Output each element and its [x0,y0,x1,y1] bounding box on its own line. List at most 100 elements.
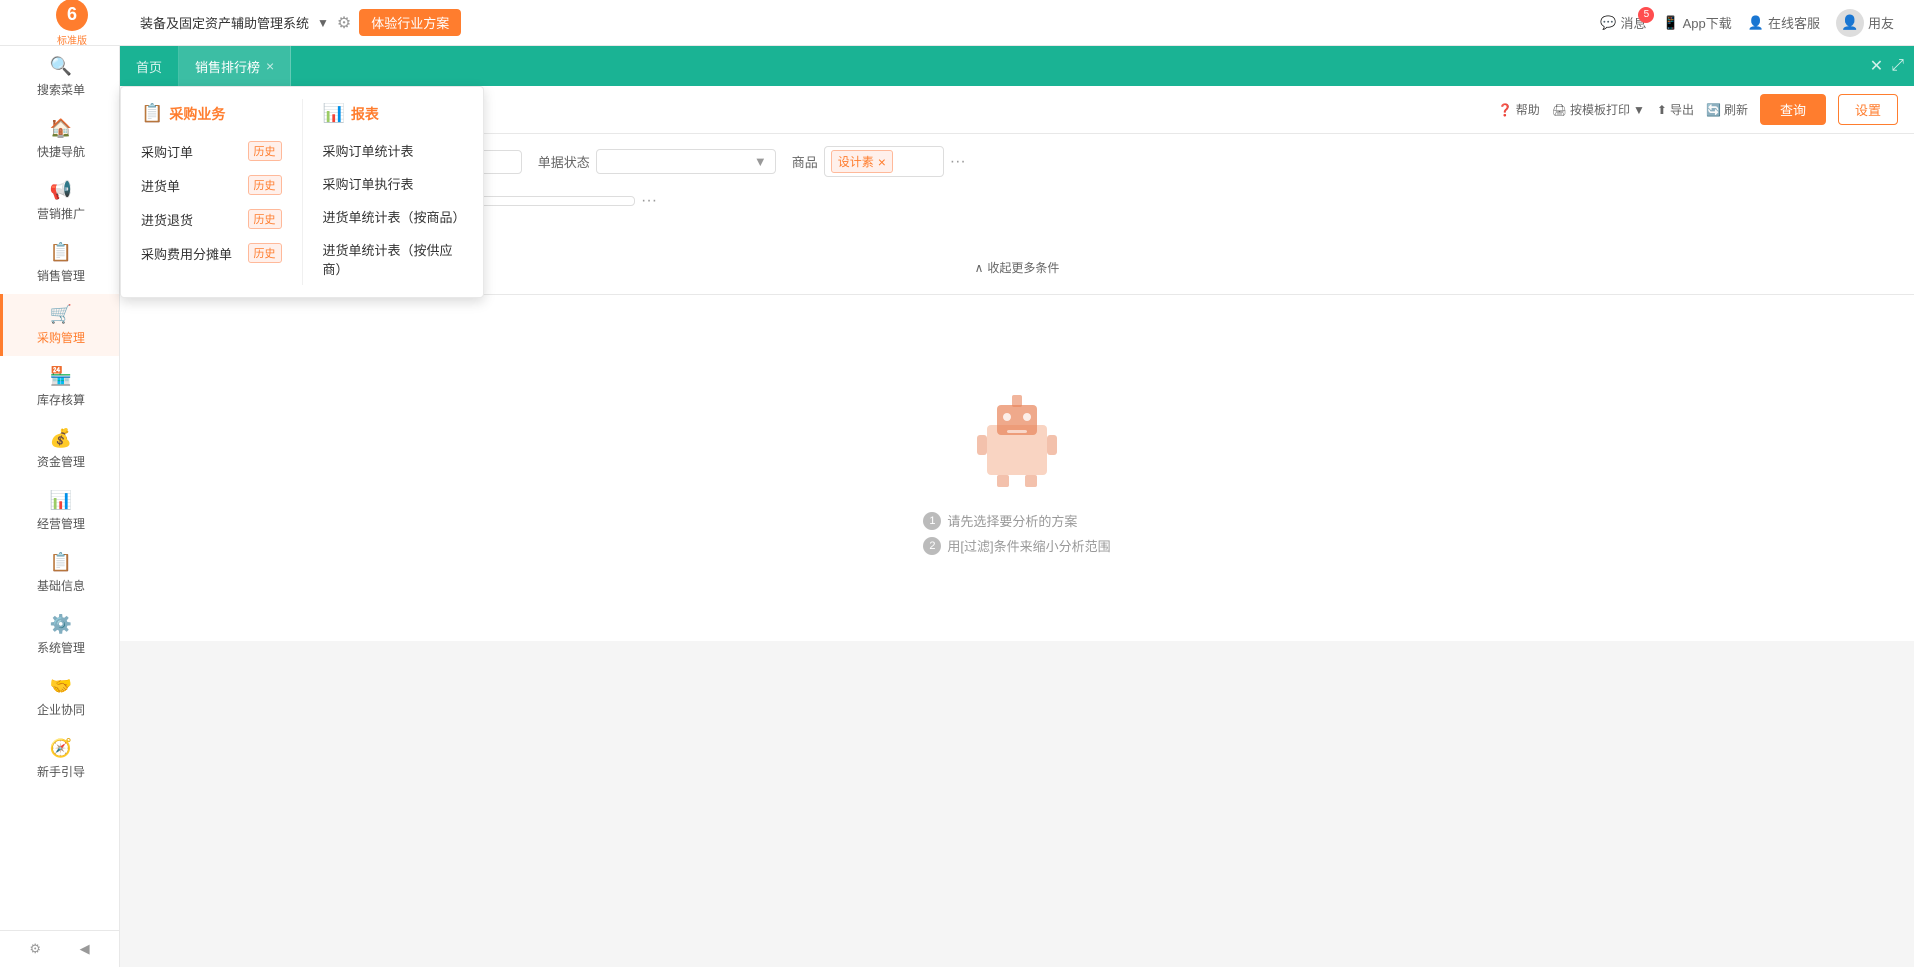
marketing-icon: 📢 [50,180,72,201]
export-label: 导出 [1670,101,1694,118]
purchase-menu-icon: 📋 [141,103,163,124]
sidebar-item-system[interactable]: ⚙️ 系统管理 [0,604,119,666]
sidebar-item-search[interactable]: 🔍 搜索菜单 [0,46,119,108]
tab-bar-right: ✕ ⤢ [1870,56,1914,76]
menu-item-label: 进货单 [141,176,180,195]
help-label: 帮助 [1516,101,1540,118]
guide-icon: 🧭 [50,738,72,759]
industry-btn[interactable]: 体验行业方案 [359,9,461,36]
message-icon: 💬 [1600,15,1616,31]
logo-text: 标准版 [57,32,87,47]
filter-goods: 商品 设计素 × ··· [792,146,966,177]
tab-close-all-icon[interactable]: ✕ [1870,56,1883,76]
sidebar-item-quicknav[interactable]: 🏠 快捷导航 [0,108,119,170]
basic-icon: 📋 [50,552,72,573]
menu-column-purchase: 📋 采购业务 采购订单 历史 进货单 历史 进货退货 历史 采购费用分摊单 历史 [121,99,302,285]
tab-home[interactable]: 首页 [120,46,179,86]
sidebar-item-operation[interactable]: 📊 经营管理 [0,480,119,542]
sales-icon: 📋 [50,242,72,263]
system-icon: ⚙️ [50,614,72,635]
tab-expand-icon[interactable]: ⤢ [1891,57,1904,75]
tab-sales-rank-label: 销售排行榜 [195,57,260,76]
menu-item-order-stats[interactable]: 采购订单统计表 [315,134,472,167]
history-tag: 历史 [248,209,282,229]
empty-tip-1: 1 请先选择要分析的方案 [923,511,1110,530]
doc-status-label: 单据状态 [538,152,590,171]
sidebar-item-guide[interactable]: 🧭 新手引导 [0,728,119,790]
sidebar-item-sales[interactable]: 📋 销售管理 [0,232,119,294]
help-icon: ❓ [1498,103,1513,117]
sidebar-item-finance[interactable]: 💰 资金管理 [0,418,119,480]
empty-text: 1 请先选择要分析的方案 2 用[过滤]条件来缩小分析范围 [923,511,1110,561]
goods-input[interactable]: 设计素 × [824,146,944,177]
sidebar-item-purchase[interactable]: 🛒 采购管理 [0,294,119,356]
menu-item-cost[interactable]: 采购费用分摊单 历史 [133,236,290,270]
message-btn[interactable]: 💬 消息 5 [1600,13,1646,32]
print-btn[interactable]: 🖨 按模板打印 ▼ [1552,101,1645,118]
sidebar-item-label: 搜索菜单 [37,81,85,98]
tip1-text: 请先选择要分析的方案 [947,511,1077,530]
export-btn[interactable]: ⬆ 导出 [1657,101,1694,118]
gear-btn[interactable]: ⚙ [337,13,351,33]
sidebar-item-enterprise[interactable]: 🤝 企业协同 [0,666,119,728]
empty-icon [957,375,1077,495]
sidebar-item-marketing[interactable]: 📢 营销推广 [0,170,119,232]
menu-item-label: 采购订单执行表 [323,174,414,193]
collapse-label: 收起更多条件 [987,259,1059,276]
sidebar-item-label: 经营管理 [37,515,85,532]
user-btn[interactable]: 👤 用友 [1836,9,1894,37]
tab-close-btn[interactable]: × [266,58,274,74]
sidebar-item-label: 资金管理 [37,453,85,470]
salesperson-more-btn[interactable]: ··· [641,192,657,210]
menu-item-label: 采购费用分摊单 [141,244,232,263]
tab-sales-rank[interactable]: 销售排行榜 × [179,46,291,86]
online-service-label: 在线客服 [1768,13,1820,32]
user-label: 用友 [1868,13,1894,32]
menu-item-purchase-order[interactable]: 采购订单 历史 [133,134,290,168]
menu-item-receive[interactable]: 进货单 历史 [133,168,290,202]
menu-item-label: 进货单统计表（按商品） [323,207,464,226]
filter-settings-btn[interactable]: 设置 [1838,94,1898,125]
menu-item-order-exec[interactable]: 采购订单执行表 [315,167,472,200]
doc-status-select[interactable]: ▼ [596,149,776,174]
user-avatar: 👤 [1836,9,1864,37]
menu-section-title-purchase: 📋 采购业务 [133,99,290,132]
refresh-btn[interactable]: 🔄 刷新 [1706,101,1748,118]
app-download-btn[interactable]: 📱 App下载 [1662,13,1731,32]
sidebar-footer: ⚙ ◀ [0,930,119,967]
refresh-icon: 🔄 [1706,103,1721,117]
menu-item-label: 采购订单 [141,142,193,161]
sidebar-item-label: 系统管理 [37,639,85,656]
system-dropdown-btn[interactable]: ▼ [317,16,329,30]
tag-close-btn[interactable]: × [878,154,886,170]
online-service-btn[interactable]: 👤 在线客服 [1748,13,1820,32]
print-dropdown-icon: ▼ [1633,103,1645,117]
menu-item-return[interactable]: 进货退货 历史 [133,202,290,236]
print-icon: 🖨 [1552,103,1567,117]
history-tag: 历史 [248,175,282,195]
inventory-icon: 🏪 [50,366,72,387]
sidebar-item-label: 营销推广 [37,205,85,222]
operation-icon: 📊 [50,490,72,511]
goods-tag-1: 设计素 × [831,150,893,173]
footer-settings-icon[interactable]: ⚙ [29,941,41,957]
history-tag: 历史 [248,243,282,263]
export-icon: ⬆ [1657,103,1667,117]
goods-more-btn[interactable]: ··· [950,153,966,171]
sidebar-item-basic[interactable]: 📋 基础信息 [0,542,119,604]
finance-icon: 💰 [50,428,72,449]
step-1: 1 [923,512,941,530]
tag-text: 设计素 [838,153,874,170]
menu-item-receive-stats-goods[interactable]: 进货单统计表（按商品） [315,200,472,233]
sidebar-item-inventory[interactable]: 🏪 库存核算 [0,356,119,418]
footer-collapse-icon[interactable]: ◀ [80,941,90,957]
search-btn[interactable]: 查询 [1760,94,1826,125]
refresh-label: 刷新 [1724,101,1748,118]
menu-item-label: 进货单统计表（按供应商） [323,240,464,278]
help-btn[interactable]: ❓ 帮助 [1498,101,1540,118]
enterprise-icon: 🤝 [50,676,72,697]
sidebar-item-label: 销售管理 [37,267,85,284]
sidebar-item-label: 库存核算 [37,391,85,408]
step-2: 2 [923,537,941,555]
menu-item-receive-stats-supplier[interactable]: 进货单统计表（按供应商） [315,233,472,285]
